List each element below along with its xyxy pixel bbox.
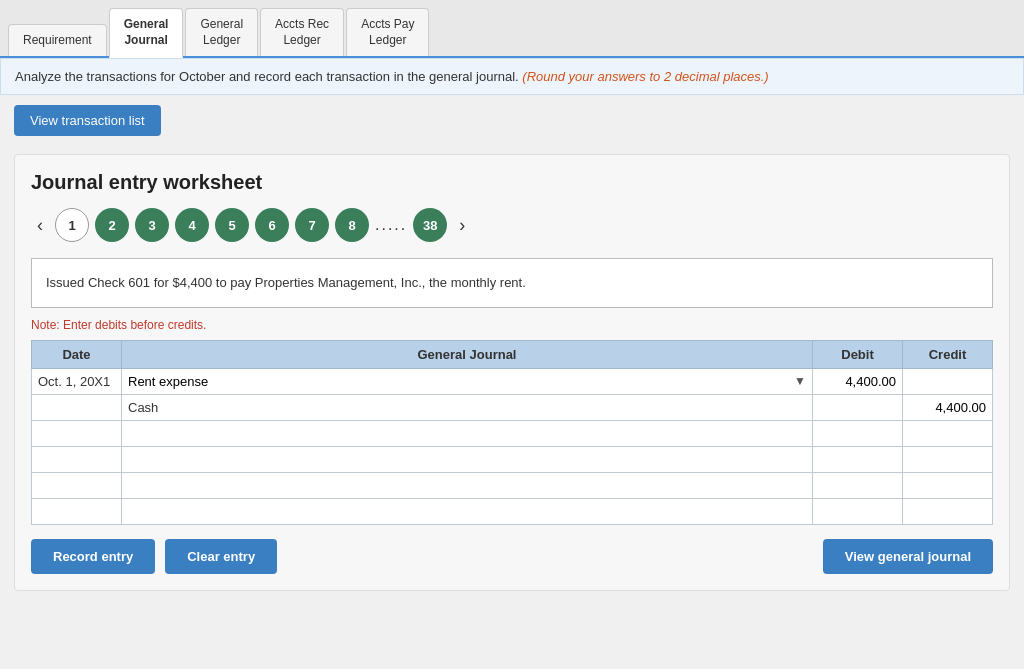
cell-desc-3[interactable]	[122, 420, 813, 446]
cell-debit-3[interactable]	[813, 420, 903, 446]
cell-desc-5[interactable]	[122, 472, 813, 498]
page-3[interactable]: 3	[135, 208, 169, 242]
cell-desc-2[interactable]: Cash	[122, 394, 813, 420]
desc-input-6[interactable]	[128, 504, 806, 519]
instruction-highlight: (Round your answers to 2 decimal places.…	[522, 69, 768, 84]
debit-input-5[interactable]	[819, 478, 896, 493]
tab-general-ledger[interactable]: GeneralLedger	[185, 8, 258, 56]
cell-date-2	[32, 394, 122, 420]
desc-input-3[interactable]	[128, 426, 806, 441]
desc-input-4[interactable]	[128, 452, 806, 467]
col-general-journal: General Journal	[122, 340, 813, 368]
debit-input-2[interactable]	[819, 400, 896, 415]
cell-credit-2[interactable]	[903, 394, 993, 420]
note-text: Note: Enter debits before credits.	[31, 318, 993, 332]
cell-date-3	[32, 420, 122, 446]
desc-input-5[interactable]	[128, 478, 806, 493]
cell-credit-6[interactable]	[903, 498, 993, 524]
cell-desc-6[interactable]	[122, 498, 813, 524]
table-row	[32, 420, 993, 446]
cell-debit-5[interactable]	[813, 472, 903, 498]
tab-requirement[interactable]: Requirement	[8, 24, 107, 57]
cell-debit-2[interactable]	[813, 394, 903, 420]
page-8[interactable]: 8	[335, 208, 369, 242]
clear-entry-button[interactable]: Clear entry	[165, 539, 277, 574]
table-row	[32, 498, 993, 524]
page-38[interactable]: 38	[413, 208, 447, 242]
pagination: ‹ 1 2 3 4 5 6 7 8 ..... 38 ›	[31, 208, 993, 242]
tab-accts-pay-ledger[interactable]: Accts PayLedger	[346, 8, 429, 56]
cell-date-6	[32, 498, 122, 524]
credit-input-4[interactable]	[909, 452, 986, 467]
cell-credit-5[interactable]	[903, 472, 993, 498]
cell-debit-6[interactable]	[813, 498, 903, 524]
table-row	[32, 472, 993, 498]
debit-input-6[interactable]	[819, 504, 896, 519]
table-row: Oct. 1, 20X1 Rent expense ▼	[32, 368, 993, 394]
col-debit: Debit	[813, 340, 903, 368]
page-2[interactable]: 2	[95, 208, 129, 242]
tab-bar: Requirement GeneralJournal GeneralLedger…	[0, 0, 1024, 58]
view-general-journal-button[interactable]: View general journal	[823, 539, 993, 574]
description-text: Issued Check 601 for $4,400 to pay Prope…	[46, 275, 526, 290]
page-dots: .....	[375, 216, 407, 234]
tab-accts-rec-ledger[interactable]: Accts RecLedger	[260, 8, 344, 56]
view-transaction-button[interactable]: View transaction list	[14, 105, 161, 136]
instruction-text: Analyze the transactions for October and…	[15, 69, 519, 84]
page-4[interactable]: 4	[175, 208, 209, 242]
credit-input-6[interactable]	[909, 504, 986, 519]
record-entry-button[interactable]: Record entry	[31, 539, 155, 574]
cell-desc-4[interactable]	[122, 446, 813, 472]
action-buttons: Record entry Clear entry View general jo…	[31, 539, 993, 574]
debit-input-3[interactable]	[819, 426, 896, 441]
page-5[interactable]: 5	[215, 208, 249, 242]
debit-input-1[interactable]	[819, 374, 896, 389]
description-box: Issued Check 601 for $4,400 to pay Prope…	[31, 258, 993, 308]
main-panel: Journal entry worksheet ‹ 1 2 3 4 5 6 7 …	[14, 154, 1010, 591]
credit-input-1[interactable]	[909, 374, 986, 389]
cell-date-4	[32, 446, 122, 472]
credit-input-5[interactable]	[909, 478, 986, 493]
page-1[interactable]: 1	[55, 208, 89, 242]
cell-credit-3[interactable]	[903, 420, 993, 446]
desc-dropdown-1[interactable]: Rent expense	[128, 374, 792, 389]
instruction-bar: Analyze the transactions for October and…	[0, 58, 1024, 95]
cell-credit-4[interactable]	[903, 446, 993, 472]
view-transaction-area: View transaction list	[14, 105, 161, 136]
col-credit: Credit	[903, 340, 993, 368]
debit-input-4[interactable]	[819, 452, 896, 467]
page-7[interactable]: 7	[295, 208, 329, 242]
page-6[interactable]: 6	[255, 208, 289, 242]
table-row	[32, 446, 993, 472]
tab-general-journal[interactable]: GeneralJournal	[109, 8, 184, 58]
cell-credit-1[interactable]	[903, 368, 993, 394]
credit-input-3[interactable]	[909, 426, 986, 441]
page-next-button[interactable]: ›	[453, 211, 471, 240]
credit-input-2[interactable]	[909, 400, 986, 415]
col-date: Date	[32, 340, 122, 368]
cell-date-5	[32, 472, 122, 498]
journal-table: Date General Journal Debit Credit Oct. 1…	[31, 340, 993, 525]
dropdown-arrow-1: ▼	[794, 374, 806, 388]
cell-debit-4[interactable]	[813, 446, 903, 472]
page-prev-button[interactable]: ‹	[31, 211, 49, 240]
cell-desc-1[interactable]: Rent expense ▼	[122, 368, 813, 394]
cell-date-1: Oct. 1, 20X1	[32, 368, 122, 394]
worksheet-title: Journal entry worksheet	[31, 171, 993, 194]
cell-debit-1[interactable]	[813, 368, 903, 394]
table-row: Cash	[32, 394, 993, 420]
